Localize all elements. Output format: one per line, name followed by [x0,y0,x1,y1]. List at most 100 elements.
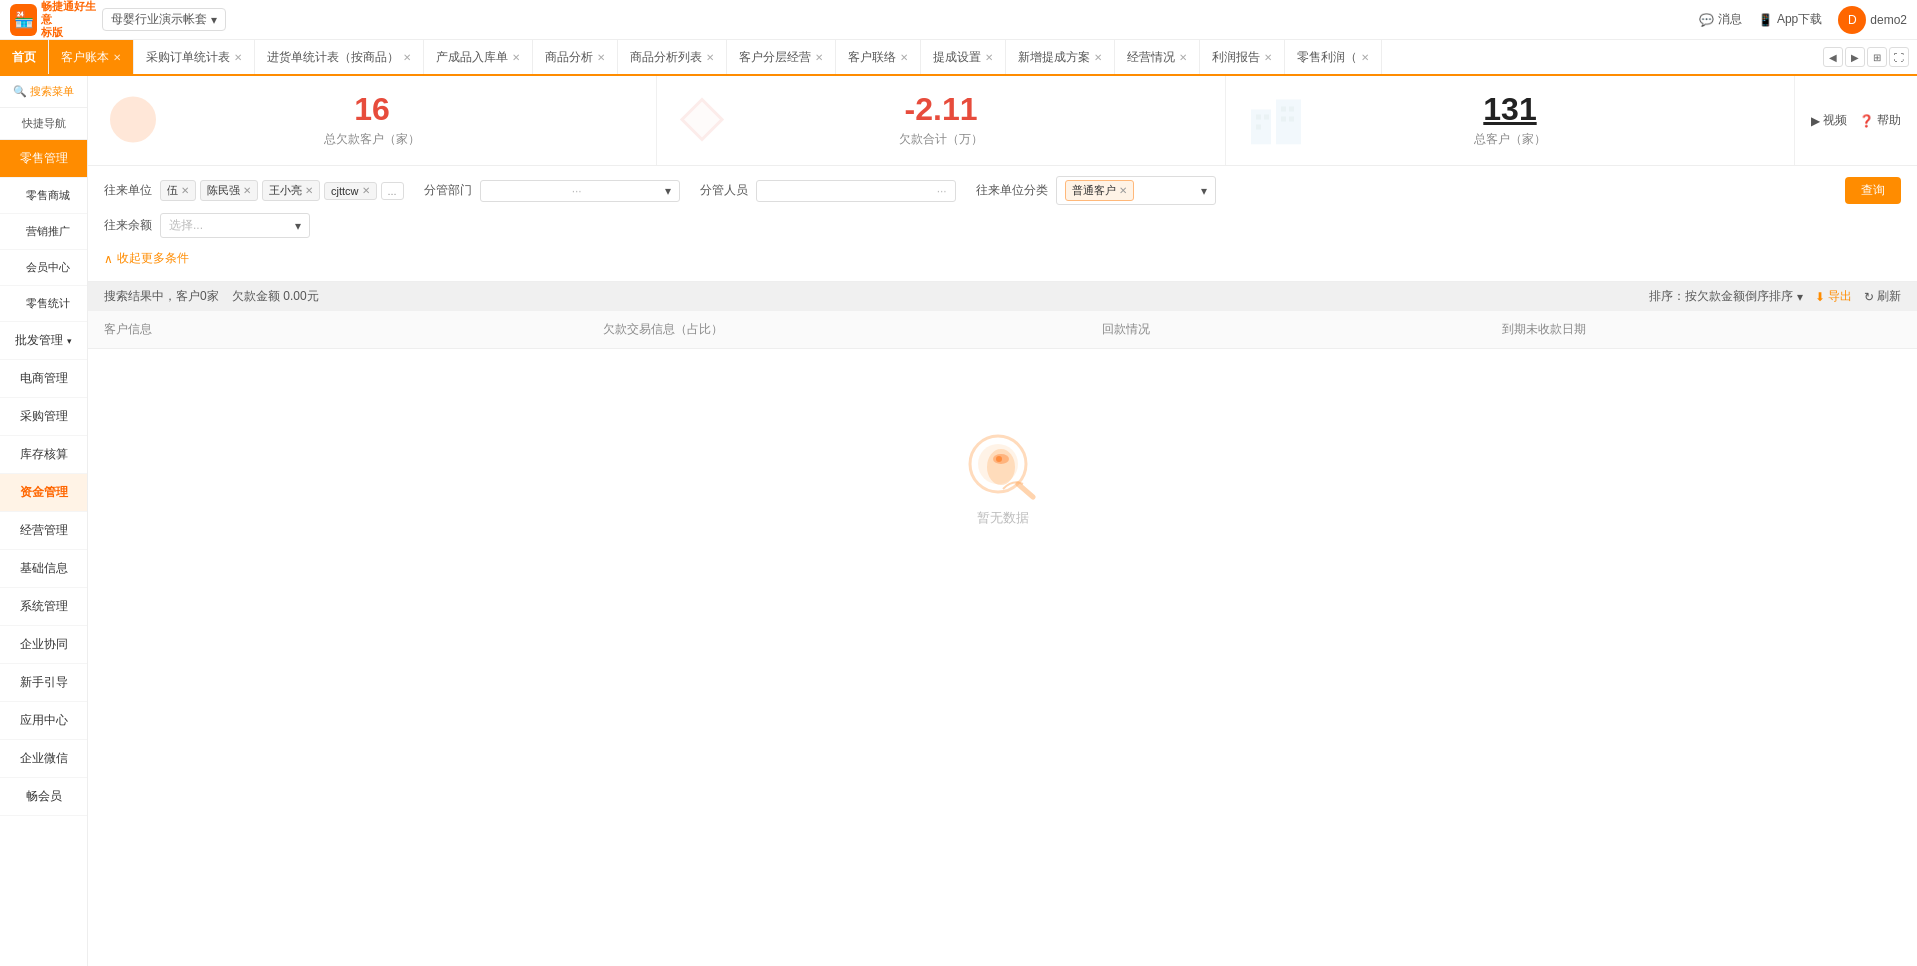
data-table: 客户信息 欠款交易信息（占比） 回款情况 到期未收款日期 [88,311,1917,966]
remove-wu-tag[interactable]: ✕ [181,185,189,196]
sort-select[interactable]: 排序：按欠款金额倒序排序 ▾ [1649,288,1803,305]
sidebar-item-beginner-guide[interactable]: 新手引导 [0,664,87,702]
tab-home[interactable]: 首页 [0,40,49,75]
message-icon: 💬 [1699,13,1714,27]
sidebar-item-inventory[interactable]: 库存核算 [0,436,87,474]
empty-state: 暂无数据 [88,349,1917,607]
sidebar-item-finance-mgmt[interactable]: 资金管理 [0,474,87,512]
close-tab-add-commission[interactable]: ✕ [1094,52,1102,63]
collapse-button[interactable]: ∧ 收起更多条件 [104,250,1901,267]
svg-rect-11 [1281,116,1286,121]
close-tab-inbound[interactable]: ✕ [512,52,520,63]
close-tab-operations[interactable]: ✕ [1179,52,1187,63]
nav-fullscreen-btn[interactable]: ⛶ [1889,47,1909,67]
balance-select[interactable]: 选择... ▾ [160,213,310,238]
collapse-up-icon: ∧ [104,252,113,266]
svg-rect-5 [1276,99,1301,144]
video-link[interactable]: ▶ 视频 [1811,112,1847,129]
close-tab-retail-profit[interactable]: ✕ [1361,52,1369,63]
tab-add-commission[interactable]: 新增提成方案 ✕ [1006,40,1115,75]
remove-normal-customer-tag[interactable]: ✕ [1119,185,1127,196]
search-button[interactable]: 查询 [1845,177,1901,204]
close-tab-purchase-goods[interactable]: ✕ [403,52,411,63]
category-select[interactable]: 普通客户 ✕ ▾ [1056,176,1216,205]
sidebar-item-retail-mall[interactable]: 零售商城 [0,178,87,214]
close-tab-purchase-order[interactable]: ✕ [234,52,242,63]
category-label: 往来单位分类 [976,182,1048,199]
sidebar-item-ecommerce[interactable]: 电商管理 [0,360,87,398]
filter-tag-wang[interactable]: 王小亮 ✕ [262,180,320,201]
sidebar-item-enterprise-collab[interactable]: 企业协同 [0,626,87,664]
collapse-row: ∧ 收起更多条件 [104,246,1901,271]
remove-cjttcw-tag[interactable]: ✕ [362,185,370,196]
nav-expand-btn[interactable]: ⊞ [1867,47,1887,67]
app-download-btn[interactable]: 📱 App下载 [1758,11,1822,28]
close-tab-customer-ledger[interactable]: ✕ [113,52,121,63]
close-tab-commission[interactable]: ✕ [985,52,993,63]
content-area: ¥ 16 总欠款客户（家） -2.11 欠款合计（万） [88,76,1917,966]
filter-tag-normal-customer[interactable]: 普通客户 ✕ [1065,180,1134,201]
svg-rect-6 [1256,114,1261,119]
sidebar-item-enterprise-wechat[interactable]: 企业微信 [0,740,87,778]
sidebar-item-marketing[interactable]: 营销推广 [0,214,87,250]
export-button[interactable]: ⬇ 导出 [1815,288,1852,305]
close-tab-profit[interactable]: ✕ [1264,52,1272,63]
nav-left-btn[interactable]: ◀ [1823,47,1843,67]
results-actions: 排序：按欠款金额倒序排序 ▾ ⬇ 导出 ↻ 刷新 [1649,288,1901,305]
tab-profit-report[interactable]: 利润报告 ✕ [1200,40,1285,75]
help-link[interactable]: ❓ 帮助 [1859,112,1901,129]
tab-operations[interactable]: 经营情况 ✕ [1115,40,1200,75]
stat-owed-customers: ¥ 16 总欠款客户（家） [88,76,657,165]
tab-purchase-order-stats[interactable]: 采购订单统计表 ✕ [134,40,255,75]
close-tab-goods-list[interactable]: ✕ [706,52,714,63]
close-tab-segment[interactable]: ✕ [815,52,823,63]
tab-customer-segment[interactable]: 客户分层经营 ✕ [727,40,836,75]
tab-commission-settings[interactable]: 提成设置 ✕ [921,40,1006,75]
person-select-more: ··· [937,184,947,198]
filter-row-1: 往来单位 伍 ✕ 陈民强 ✕ 王小亮 ✕ cjttcw [104,176,1901,205]
sidebar-item-basic-info[interactable]: 基础信息 [0,550,87,588]
sidebar-search[interactable]: 🔍 搜索菜单 [0,76,87,108]
tab-goods-analysis[interactable]: 商品分析 ✕ [533,40,618,75]
sidebar-item-system-mgmt[interactable]: 系统管理 [0,588,87,626]
unit-filter-tags: 伍 ✕ 陈民强 ✕ 王小亮 ✕ cjttcw ✕ ... [160,180,404,201]
logo-icon: 🏪 [10,4,37,36]
person-select[interactable]: ··· [756,180,956,202]
nav-right-btn[interactable]: ▶ [1845,47,1865,67]
demo-select[interactable]: 母婴行业演示帐套 ▾ [102,8,226,31]
tab-product-inbound[interactable]: 产成品入库单 ✕ [424,40,533,75]
tab-customer-ledger[interactable]: 客户账本 ✕ [49,40,134,75]
tab-goods-analysis-list[interactable]: 商品分析列表 ✕ [618,40,727,75]
tab-customer-contact[interactable]: 客户联络 ✕ [836,40,921,75]
sidebar: 🔍 搜索菜单 快捷导航 零售管理 零售商城 营销推广 会员中心 零售统计 批发管… [0,76,88,966]
sidebar-item-chang-member[interactable]: 畅会员 [0,778,87,816]
close-tab-goods-analysis[interactable]: ✕ [597,52,605,63]
remove-chen-tag[interactable]: ✕ [243,185,251,196]
sidebar-item-member-center[interactable]: 会员中心 [0,250,87,286]
dept-select[interactable]: ··· ▾ [480,180,680,202]
main-layout: 🔍 搜索菜单 快捷导航 零售管理 零售商城 营销推广 会员中心 零售统计 批发管… [0,76,1917,966]
sidebar-item-purchase-mgmt[interactable]: 采购管理 [0,398,87,436]
more-tags-btn[interactable]: ... [381,182,404,200]
tab-retail-profit[interactable]: 零售利润（ ✕ [1285,40,1382,75]
sidebar-item-operations-mgmt[interactable]: 经营管理 [0,512,87,550]
filter-tag-wu[interactable]: 伍 ✕ [160,180,196,201]
filter-tag-chen[interactable]: 陈民强 ✕ [200,180,258,201]
sidebar-item-app-center[interactable]: 应用中心 [0,702,87,740]
user-menu[interactable]: D demo2 [1838,6,1907,34]
balance-label: 往来余额 [104,217,152,234]
tab-purchase-goods-stats[interactable]: 进货单统计表（按商品） ✕ [255,40,424,75]
message-btn[interactable]: 💬 消息 [1699,11,1742,28]
dept-chevron-icon: ▾ [665,184,671,198]
close-tab-contact[interactable]: ✕ [900,52,908,63]
refresh-button[interactable]: ↻ 刷新 [1864,288,1901,305]
sidebar-item-retail-stats[interactable]: 零售统计 [0,286,87,322]
svg-line-17 [1018,484,1033,497]
yuan-circle-icon: ¥ [108,94,158,147]
filter-tag-cjttcw[interactable]: cjttcw ✕ [324,182,377,200]
sidebar-quick-nav[interactable]: 快捷导航 [0,108,87,140]
sidebar-item-wholesale-mgmt[interactable]: 批发管理 ▾ [0,322,87,360]
remove-wang-tag[interactable]: ✕ [305,185,313,196]
sidebar-item-retail-mgmt[interactable]: 零售管理 [0,140,87,178]
col-repay-header: 回款情况 [1102,321,1501,338]
